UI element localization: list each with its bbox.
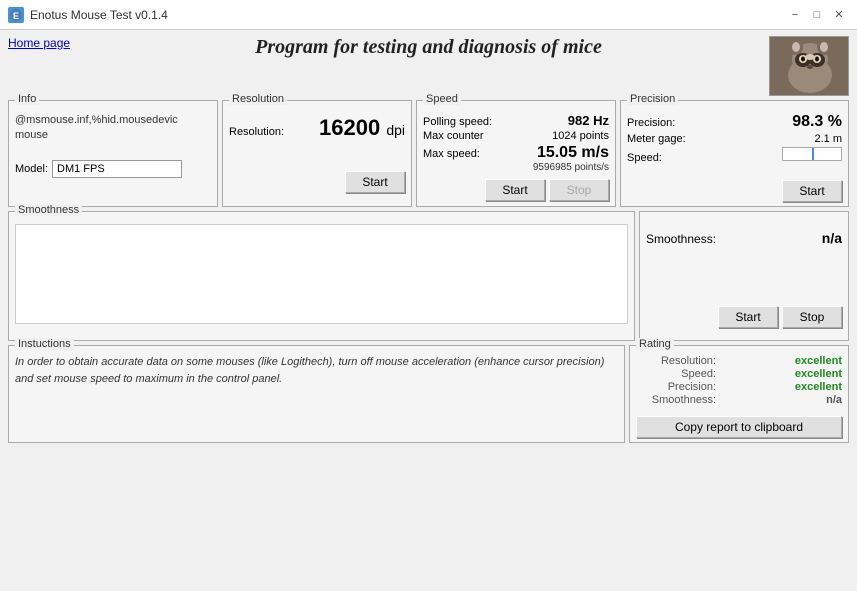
max-counter-label: Max counter [423,130,484,142]
smoothness-stop-button[interactable]: Stop [782,306,842,328]
instructions-title: Instuctions [15,338,74,350]
close-button[interactable]: ✕ [829,5,849,25]
app-icon: E [8,7,24,23]
resolution-panel-title: Resolution [229,93,287,105]
smoothness-start-button[interactable]: Start [718,306,778,328]
smoothness-label: Smoothness: [646,232,716,246]
window-controls: − □ ✕ [785,5,849,25]
rating-precision-label: Precision: [636,381,716,393]
resolution-label: Resolution: [229,126,284,138]
speed-panel-title: Speed [423,93,461,105]
speed-stop-button[interactable]: Stop [549,179,609,201]
title-bar: E Enotus Mouse Test v0.1.4 − □ ✕ [0,0,857,30]
rating-resolution-row: Resolution: excellent [636,355,842,367]
max-counter-value: 1024 points [552,130,609,142]
speed-panel: Speed Polling speed: 982 Hz Max counter … [416,100,616,207]
resolution-value: 16200 dpi [319,115,405,141]
model-row: Model: [15,160,211,178]
smoothness-left-panel: Smoothness [8,211,635,341]
smoothness-right-panel: Smoothness: n/a Start Stop [639,211,849,341]
rating-panel: Rating Resolution: excellent Speed: exce… [629,345,849,443]
title-bar-left: E Enotus Mouse Test v0.1.4 [8,7,168,23]
model-input[interactable] [52,160,182,178]
smoothness-chart [15,224,628,324]
max-speed-sub: 9596985 points/s [533,162,609,173]
meter-value: 2.1 m [814,133,842,145]
resolution-start-button[interactable]: Start [345,171,405,193]
instructions-panel: Instuctions In order to obtain accurate … [8,345,625,443]
raccoon-image [769,36,849,96]
svg-text:E: E [13,11,19,21]
info-panel: Info @msmouse.inf,%hid.mousedevic mouse … [8,100,218,207]
polling-label: Polling speed: [423,116,492,128]
precision-label: Precision: [627,117,675,129]
rating-smoothness-value: n/a [826,394,842,406]
resolution-panel: Resolution Resolution: 16200 dpi Start [222,100,412,207]
top-panels-row: Info @msmouse.inf,%hid.mousedevic mouse … [8,100,849,207]
home-link[interactable]: Home page [8,36,70,50]
instructions-text: In order to obtain accurate data on some… [15,354,618,387]
rating-smoothness-label: Smoothness: [636,394,716,406]
minimize-button[interactable]: − [785,5,805,25]
rating-speed-label: Speed: [636,368,716,380]
rating-panel-title: Rating [636,338,674,350]
max-speed-value: 15.05 m/s [537,144,609,162]
smoothness-row: Smoothness Smoothness: n/a Start Stop [8,211,849,341]
polling-value: 982 Hz [568,113,609,128]
maximize-button[interactable]: □ [807,5,827,25]
meter-label: Meter gage: [627,133,686,145]
speed-indicator [782,147,842,161]
rating-precision-value: excellent [795,381,842,393]
device-text: @msmouse.inf,%hid.mousedevic mouse [15,113,211,144]
model-label: Model: [15,163,48,175]
rating-resolution-value: excellent [795,355,842,367]
info-panel-title: Info [15,93,39,105]
main-content: Home page Program for testing and diagno… [0,30,857,449]
rating-smoothness-row: Smoothness: n/a [636,394,842,406]
app-title: Program for testing and diagnosis of mic… [88,36,769,59]
smoothness-panel-title: Smoothness [15,204,82,216]
precision-panel: Precision Precision: 98.3 % Meter gage: … [620,100,849,207]
rating-resolution-label: Resolution: [636,355,716,367]
precision-value: 98.3 % [792,113,842,131]
bottom-row: Instuctions In order to obtain accurate … [8,345,849,443]
precision-panel-title: Precision [627,93,678,105]
rating-precision-row: Precision: excellent [636,381,842,393]
copy-report-button[interactable]: Copy report to clipboard [636,416,842,438]
rating-speed-value: excellent [795,368,842,380]
window-title: Enotus Mouse Test v0.1.4 [30,8,168,22]
speed-start-button[interactable]: Start [485,179,545,201]
smoothness-value: n/a [822,230,842,246]
precision-speed-label: Speed: [627,152,662,164]
precision-start-button[interactable]: Start [782,180,842,202]
speed-bar [812,148,814,160]
rating-speed-row: Speed: excellent [636,368,842,380]
max-speed-label: Max speed: [423,148,480,160]
